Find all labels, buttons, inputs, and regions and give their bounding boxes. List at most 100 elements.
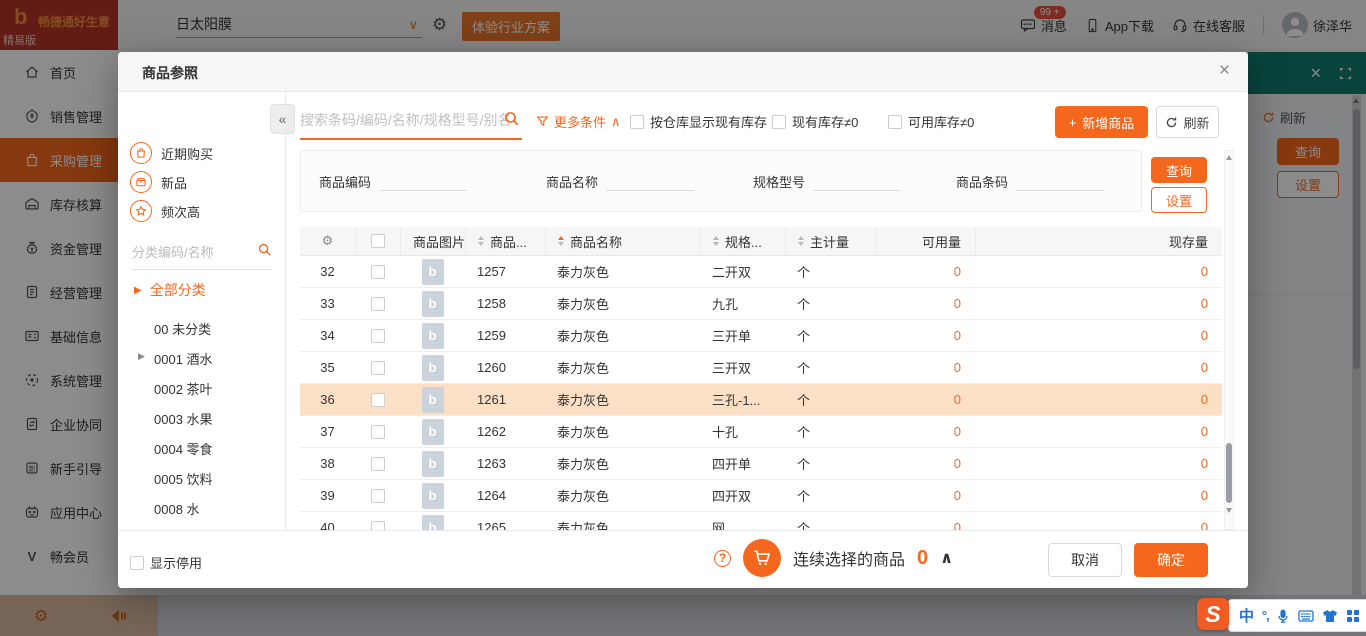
tree-item[interactable]: 0002 茶叶	[154, 379, 213, 398]
table-row[interactable]: 40 b 1265 泰力灰色 网 个 0 0	[300, 512, 1222, 530]
cell-name: 泰力灰色	[557, 457, 610, 472]
cell-spec: 十孔	[712, 425, 739, 440]
column-stock[interactable]: 现存量	[975, 227, 1222, 255]
row-checkbox[interactable]	[355, 328, 400, 343]
quick-filter-new[interactable]: 新品	[130, 171, 187, 193]
cell-unit: 个	[797, 329, 811, 344]
checkbox-box[interactable]	[772, 114, 786, 129]
tree-item[interactable]: 0008 水	[154, 499, 200, 518]
more-filters-button[interactable]: 更多条件 ∧	[536, 112, 621, 131]
funnel-icon	[536, 115, 549, 128]
column-image[interactable]: 商品图片	[400, 227, 465, 255]
show-disabled-checkbox[interactable]: 显示停用	[130, 553, 202, 572]
column-settings-gear-icon[interactable]: ⚙	[300, 227, 355, 255]
tree-item-all-categories[interactable]: ▶ 全部分类	[134, 280, 206, 300]
cancel-button[interactable]: 取消	[1048, 543, 1122, 577]
settings-button[interactable]: 设置	[1151, 187, 1207, 213]
quick-filter-recent[interactable]: 近期购买	[130, 142, 213, 164]
row-checkbox[interactable]	[355, 392, 400, 407]
cell-available: 0	[953, 328, 961, 343]
column-unit[interactable]: 主计量	[785, 227, 875, 255]
product-search-placeholder: 搜索条码/编码/名称/规格型号/别名	[300, 112, 512, 128]
keyboard-icon[interactable]	[1298, 609, 1314, 623]
row-checkbox[interactable]	[355, 296, 400, 311]
table-scrollbar[interactable]	[1224, 150, 1234, 530]
cart-icon[interactable]	[743, 539, 781, 577]
checkbox-available-nonzero[interactable]: 可用库存≠0	[888, 112, 974, 131]
tree-item[interactable]: 0003 水果	[154, 409, 213, 428]
table-row[interactable]: 37 b 1262 泰力灰色 十孔 个 0 0	[300, 416, 1222, 448]
filter-panel: 商品编码 商品名称 规格型号 商品条码	[300, 150, 1142, 212]
sort-icons[interactable]	[713, 236, 719, 246]
checkbox-box[interactable]	[888, 114, 902, 129]
microphone-icon[interactable]	[1276, 609, 1290, 623]
table-row[interactable]: 39 b 1264 泰力灰色 四开双 个 0 0	[300, 480, 1222, 512]
column-name[interactable]: 商品名称	[545, 227, 700, 255]
filter-input-code[interactable]	[379, 173, 468, 191]
filter-input-spec[interactable]	[813, 173, 902, 191]
cell-spec: 二开双	[712, 265, 752, 280]
category-search-placeholder: 分类编码/名称	[132, 245, 214, 260]
table-row[interactable]: 34 b 1259 泰力灰色 三开单 个 0 0	[300, 320, 1222, 352]
query-button[interactable]: 查询	[1151, 157, 1207, 183]
toolbox-grid-icon[interactable]	[1346, 609, 1360, 623]
search-icon[interactable]	[503, 110, 520, 127]
category-search-input[interactable]: 分类编码/名称	[132, 242, 272, 270]
quick-filter-label: 频次高	[161, 204, 201, 220]
quick-filter-frequent[interactable]: 频次高	[130, 200, 200, 222]
scroll-down-arrow[interactable]	[1226, 508, 1232, 513]
checkbox-box[interactable]	[630, 114, 644, 129]
refresh-button[interactable]: 刷新	[1156, 106, 1219, 138]
row-checkbox[interactable]	[355, 264, 400, 279]
skin-shirt-icon[interactable]	[1322, 609, 1338, 623]
cell-code: 1262	[477, 424, 506, 439]
checkbox-label: 按仓库显示现有库存	[650, 115, 768, 130]
product-image: b	[400, 450, 465, 477]
tree-item[interactable]: 00 未分类	[154, 319, 211, 338]
checkbox-stock-nonzero[interactable]: 现有库存≠0	[772, 112, 858, 131]
select-all-checkbox[interactable]	[355, 227, 400, 255]
modal-left-panel: 近期购买 新品 频次高 分类编码/名称 ▶ 全部分类 00 未分类 ▶ 0001…	[118, 92, 286, 547]
product-search-input[interactable]: 搜索条码/编码/名称/规格型号/别名	[300, 110, 522, 140]
cell-name: 泰力灰色	[557, 297, 610, 312]
table-row[interactable]: 35 b 1260 泰力灰色 三开双 个 0 0	[300, 352, 1222, 384]
close-icon[interactable]: ×	[1219, 61, 1230, 80]
filter-input-barcode[interactable]	[1016, 173, 1105, 191]
sogou-logo[interactable]: S	[1197, 598, 1229, 630]
filter-input-name[interactable]	[606, 173, 695, 191]
column-spec[interactable]: 规格...	[700, 227, 785, 255]
row-checkbox[interactable]	[355, 360, 400, 375]
row-checkbox[interactable]	[355, 456, 400, 471]
selection-summary: ? 连续选择的商品 0 ∧	[714, 539, 953, 577]
checkbox-by-warehouse[interactable]: 按仓库显示现有库存	[630, 112, 767, 131]
tree-item[interactable]: 0005 饮料	[154, 469, 213, 488]
confirm-button[interactable]: 确定	[1134, 543, 1208, 577]
collapse-up-icon[interactable]: ∧	[940, 548, 953, 568]
checkbox-label: 现有库存≠0	[792, 115, 859, 130]
selected-count: 0	[917, 546, 929, 569]
row-checkbox[interactable]	[355, 424, 400, 439]
checkbox-box[interactable]	[130, 555, 144, 570]
collapse-panel-button[interactable]: «	[270, 104, 295, 134]
cell-available: 0	[953, 456, 961, 471]
scrollbar-thumb[interactable]	[1226, 443, 1232, 503]
column-code[interactable]: 商品...	[465, 227, 545, 255]
table-row[interactable]: 38 b 1263 泰力灰色 四开单 个 0 0	[300, 448, 1222, 480]
sort-icons[interactable]	[798, 236, 804, 246]
help-icon[interactable]: ?	[714, 549, 731, 567]
table-row[interactable]: 32 b 1257 泰力灰色 二开双 个 0 0	[300, 256, 1222, 288]
row-number: 38	[320, 456, 335, 471]
sort-icons[interactable]	[558, 236, 564, 246]
add-product-button[interactable]: + 新增商品	[1055, 106, 1148, 138]
ime-mode-chinese[interactable]: 中	[1239, 605, 1254, 626]
tree-item[interactable]: 0004 零食	[154, 439, 213, 458]
tree-item[interactable]: 0001 酒水	[154, 349, 213, 368]
table-row[interactable]: 33 b 1258 泰力灰色 九孔 个 0 0	[300, 288, 1222, 320]
sort-icons[interactable]	[478, 236, 484, 246]
column-available[interactable]: 可用量	[875, 227, 975, 255]
table-row-highlighted[interactable]: 36 b 1261 泰力灰色 三孔-1... 个 0 0	[300, 384, 1222, 416]
scroll-up-arrow[interactable]	[1226, 155, 1232, 160]
row-checkbox[interactable]	[355, 520, 400, 530]
ime-punctuation-icon[interactable]: °,	[1262, 608, 1270, 623]
row-checkbox[interactable]	[355, 488, 400, 503]
